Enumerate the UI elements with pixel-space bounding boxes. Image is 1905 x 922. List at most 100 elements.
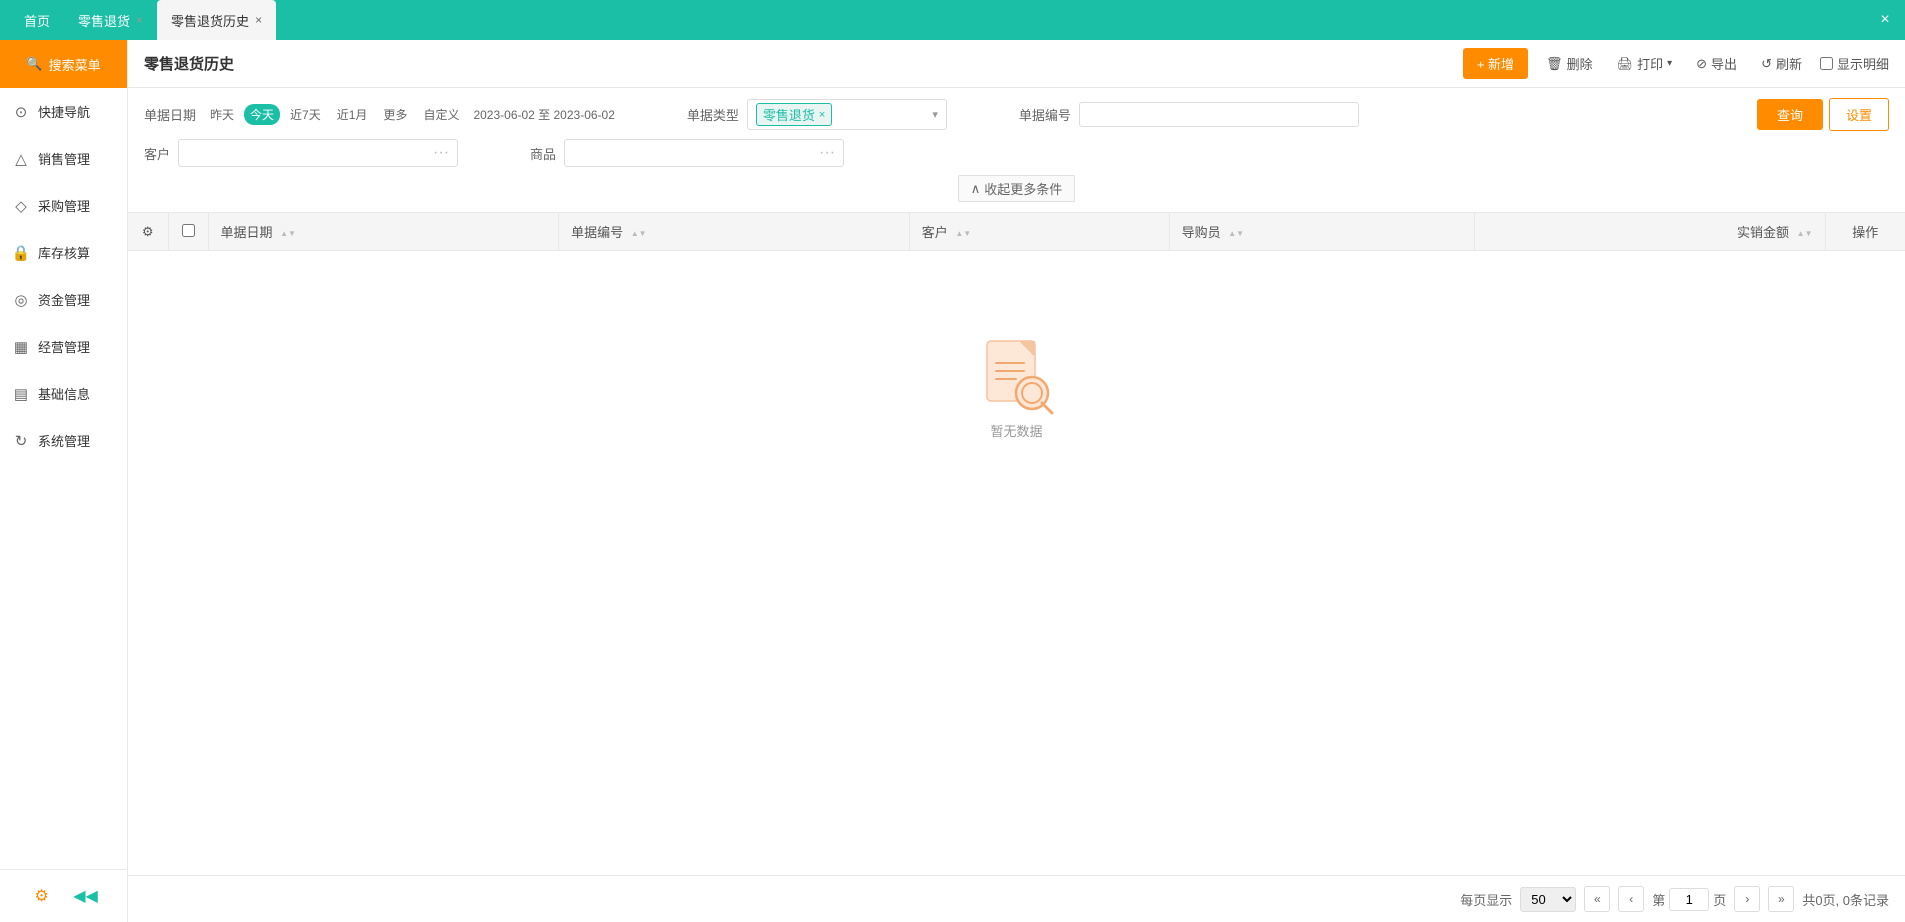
sidebar-item-sales-mgmt[interactable]: △ 销售管理 <box>0 135 127 182</box>
goods-dots-icon[interactable]: ··· <box>819 144 835 162</box>
per-page-select[interactable]: 50 10 20 100 <box>1520 887 1576 912</box>
customer-input[interactable] <box>187 146 433 161</box>
delete-button[interactable]: 🗑 删除 <box>1540 50 1599 77</box>
filter-voucher-item: 单据编号 <box>1019 102 1359 127</box>
print-button[interactable]: 🖨 打印 ▾ <box>1611 50 1679 77</box>
first-page-button[interactable]: « <box>1584 886 1610 912</box>
collapse-button[interactable]: ∧ 收起更多条件 <box>958 175 1076 202</box>
refresh-button[interactable]: ↺ 刷新 <box>1755 50 1808 77</box>
filter-goods-item: 商品 ··· <box>530 139 844 167</box>
settings-filter-button[interactable]: 设置 <box>1829 98 1889 131</box>
th-amount: 实销金额 ▲▼ <box>1474 213 1825 251</box>
customer-dots-icon[interactable]: ··· <box>433 144 449 162</box>
next-page-button[interactable]: › <box>1734 886 1760 912</box>
table-header-row: ⚙ 单据日期 ▲▼ 单据编号 ▲▼ <box>128 213 1905 251</box>
table-container: ⚙ 单据日期 ▲▼ 单据编号 ▲▼ <box>128 213 1905 875</box>
amount-sort-icon[interactable]: ▲▼ <box>1797 229 1813 238</box>
print-arrow-icon: ▾ <box>1667 58 1672 69</box>
toolbar: + 新增 🗑 删除 🖨 打印 ▾ ⊘ 导出 ↺ 刷新 <box>1463 48 1889 79</box>
date-btn-today[interactable]: 今天 <box>244 104 280 125</box>
th-settings: ⚙ <box>128 213 168 251</box>
type-tag-close[interactable]: × <box>819 109 825 121</box>
sidebar-item-quick-nav[interactable]: ⊙ 快捷导航 <box>0 88 127 135</box>
sidebar-bottom: ⚙ ◀◀ <box>0 869 127 922</box>
window-close-button[interactable]: × <box>1865 0 1905 40</box>
add-button[interactable]: + 新增 <box>1463 48 1528 79</box>
date-btn-yesterday[interactable]: 昨天 <box>204 104 240 125</box>
goods-filter-label: 商品 <box>530 144 556 163</box>
customer-sort-icon[interactable]: ▲▼ <box>955 229 971 238</box>
th-checkbox <box>168 213 208 251</box>
operations-icon: ▦ <box>12 338 30 356</box>
sidebar-item-purchase-mgmt[interactable]: ◇ 采购管理 <box>0 182 127 229</box>
th-customer-label: 客户 <box>922 225 948 240</box>
page-number-input[interactable] <box>1669 888 1709 911</box>
th-ops-label: 操作 <box>1852 225 1878 240</box>
voucher-no-input[interactable] <box>1079 102 1359 127</box>
empty-state-row: 暂无数据 <box>128 251 1905 521</box>
tab-retail-return[interactable]: 零售退货 × <box>64 0 157 40</box>
query-button[interactable]: 查询 <box>1757 99 1823 130</box>
filter-customer-item: 客户 ··· <box>144 139 458 167</box>
column-settings-icon[interactable]: ⚙ <box>142 224 154 239</box>
prev-page-button[interactable]: ‹ <box>1618 886 1644 912</box>
search-icon: 🔍 <box>26 56 42 72</box>
select-all-checkbox[interactable] <box>182 224 195 237</box>
date-buttons: 昨天 今天 近7天 近1月 更多 自定义 2023-06-02 至 2023-0… <box>204 104 615 125</box>
home-icon: ⊙ <box>12 103 30 121</box>
sidebar-volume-button[interactable]: ◀◀ <box>68 878 104 914</box>
inventory-icon: 🔒 <box>12 244 30 262</box>
date-btn-7days[interactable]: 近7天 <box>284 104 327 125</box>
type-select[interactable]: 零售退货 × ▾ <box>747 99 947 130</box>
th-customer: 客户 ▲▼ <box>909 213 1169 251</box>
voucher-filter-label: 单据编号 <box>1019 105 1071 124</box>
refresh-icon: ↺ <box>1761 56 1772 72</box>
tab-retail-return-close[interactable]: × <box>136 13 143 27</box>
sidebar-item-finance-mgmt[interactable]: ◎ 资金管理 <box>0 276 127 323</box>
sales-icon: △ <box>12 150 30 168</box>
tab-retail-return-history-close[interactable]: × <box>255 13 262 27</box>
type-filter-label: 单据类型 <box>687 105 739 124</box>
content-area: 零售退货历史 + 新增 🗑 删除 🖨 打印 ▾ ⊘ 导出 ↺ <box>128 40 1905 922</box>
tab-retail-return-history[interactable]: 零售退货历史 × <box>157 0 276 40</box>
filter-type-item: 单据类型 零售退货 × ▾ <box>687 99 947 130</box>
th-date-label: 单据日期 <box>221 225 273 240</box>
date-btn-custom[interactable]: 自定义 <box>417 104 465 125</box>
goods-input[interactable] <box>573 146 819 161</box>
show-detail-checkbox[interactable] <box>1820 57 1833 70</box>
basic-info-icon: ▤ <box>12 385 30 403</box>
th-amount-label: 实销金额 <box>1737 225 1789 240</box>
collapse-icon: ∧ <box>971 181 981 197</box>
collapse-row: ∧ 收起更多条件 <box>144 175 1889 202</box>
sidebar-item-system-mgmt[interactable]: ↻ 系统管理 <box>0 417 127 464</box>
show-detail-checkbox-group: 显示明细 <box>1820 54 1889 73</box>
tab-home[interactable]: 首页 <box>10 0 64 40</box>
export-button[interactable]: ⊘ 导出 <box>1690 50 1743 77</box>
th-voucher-label: 单据编号 <box>571 225 623 240</box>
voucher-sort-icon[interactable]: ▲▼ <box>631 229 647 238</box>
empty-text: 暂无数据 <box>990 421 1042 440</box>
purchase-icon: ◇ <box>12 197 30 215</box>
last-page-button[interactable]: » <box>1768 886 1794 912</box>
sidebar-item-inventory[interactable]: 🔒 库存核算 <box>0 229 127 276</box>
date-sort-icon[interactable]: ▲▼ <box>280 229 296 238</box>
filter-area: 单据日期 昨天 今天 近7天 近1月 更多 自定义 2023-06-02 至 2… <box>128 88 1905 213</box>
date-btn-1month[interactable]: 近1月 <box>331 104 374 125</box>
guide-sort-icon[interactable]: ▲▼ <box>1228 229 1244 238</box>
type-tag: 零售退货 × <box>756 103 832 126</box>
date-btn-more[interactable]: 更多 <box>377 104 413 125</box>
sidebar-item-basic-info[interactable]: ▤ 基础信息 <box>0 370 127 417</box>
export-icon: ⊘ <box>1696 56 1707 72</box>
empty-illustration <box>972 331 1062 421</box>
sidebar-settings-button[interactable]: ⚙ <box>24 878 60 914</box>
top-bar: 首页 零售退货 × 零售退货历史 × × <box>0 0 1905 40</box>
th-voucher-no: 单据编号 ▲▼ <box>559 213 910 251</box>
empty-state-cell: 暂无数据 <box>128 251 1905 521</box>
customer-filter-label: 客户 <box>144 144 170 163</box>
sidebar-item-operations-mgmt[interactable]: ▦ 经营管理 <box>0 323 127 370</box>
sidebar-search[interactable]: 🔍 搜索菜单 <box>0 40 127 88</box>
empty-state: 暂无数据 <box>128 251 1905 520</box>
filter-row-1: 单据日期 昨天 今天 近7天 近1月 更多 自定义 2023-06-02 至 2… <box>144 98 1889 131</box>
type-arrow-icon: ▾ <box>932 108 938 121</box>
th-guide-label: 导购员 <box>1182 225 1221 240</box>
